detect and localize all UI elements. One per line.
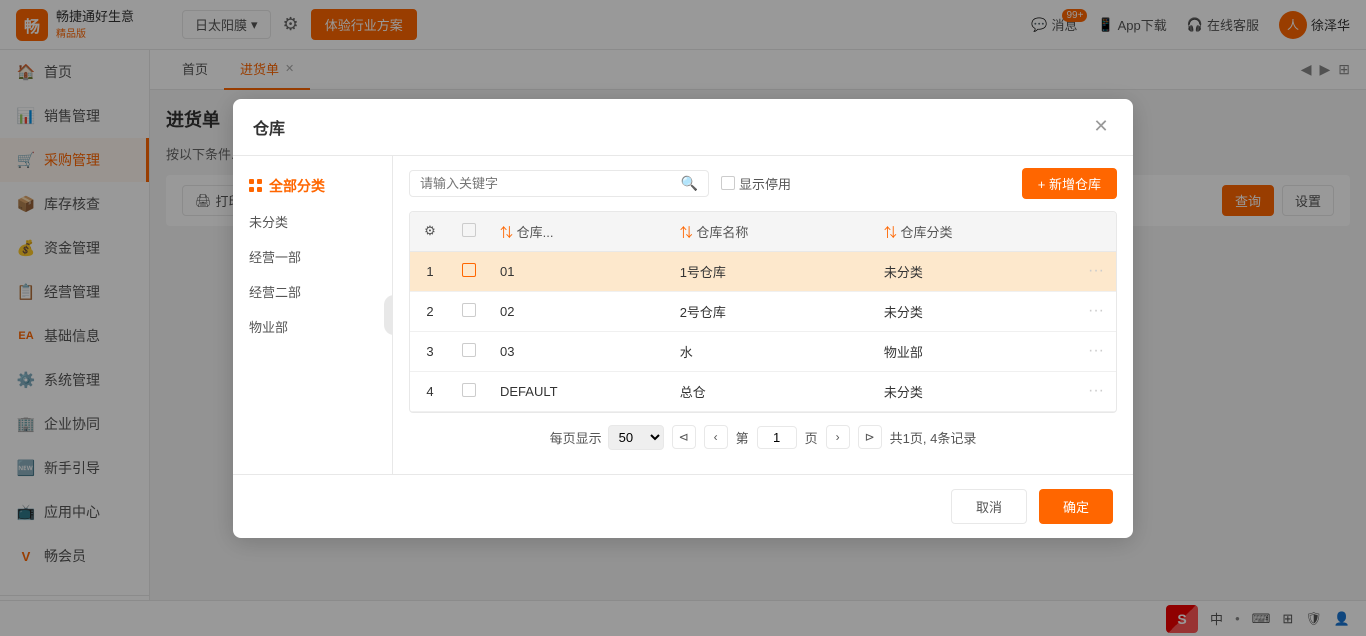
row-action[interactable]: ··· — [1076, 371, 1116, 411]
show-disabled-checkbox[interactable] — [721, 176, 735, 190]
row-checkbox-2[interactable] — [462, 343, 476, 357]
row-more-icon: ··· — [1088, 382, 1104, 399]
category-item-dept1[interactable]: 经营一部 — [233, 239, 392, 274]
row-code: 03 — [488, 331, 668, 371]
dialog-body: 全部分类 未分类 经营一部 经营二部 物业部 《 — [233, 156, 1133, 474]
row-category: 物业部 — [872, 331, 1076, 371]
col-name: ⇅ 仓库名称 — [668, 212, 872, 252]
page-size-selector: 每页显示 50 10 20 100 — [550, 425, 664, 450]
search-box: 🔍 — [409, 170, 709, 197]
dialog-header: 仓库 ✕ — [233, 99, 1133, 156]
col-checkbox — [450, 212, 488, 252]
category-panel: 全部分类 未分类 经营一部 经营二部 物业部 《 — [233, 156, 393, 474]
table-row[interactable]: 4 DEFAULT 总仓 未分类 ··· — [410, 371, 1116, 411]
row-code: 01 — [488, 251, 668, 291]
category-item-unclassified[interactable]: 未分类 — [233, 204, 392, 239]
table-row[interactable]: 3 03 水 物业部 ··· — [410, 331, 1116, 371]
row-category: 未分类 — [872, 371, 1076, 411]
cancel-button[interactable]: 取消 — [951, 489, 1027, 524]
row-category: 未分类 — [872, 291, 1076, 331]
col-code: ⇅ 仓库... — [488, 212, 668, 252]
sort-code-icon: ⇅ — [500, 225, 513, 240]
row-category: 未分类 — [872, 251, 1076, 291]
add-warehouse-button[interactable]: + 新增仓库 — [1022, 168, 1117, 199]
page-next-btn[interactable]: › — [826, 425, 850, 449]
row-code: DEFAULT — [488, 371, 668, 411]
sort-cat-icon: ⇅ — [884, 225, 897, 240]
row-action[interactable]: ··· — [1076, 291, 1116, 331]
search-input[interactable] — [420, 176, 681, 191]
warehouse-table: ⚙ ⇅ 仓库... ⇅ 仓库名称 — [409, 211, 1117, 413]
select-all-checkbox[interactable] — [462, 223, 476, 237]
page-prev-btn[interactable]: ‹ — [704, 425, 728, 449]
row-name: 总仓 — [668, 371, 872, 411]
show-disabled-label[interactable]: 显示停用 — [721, 174, 791, 193]
warehouse-dialog: 仓库 ✕ 全部分类 未分类 经营一部 经营二部 — [233, 99, 1133, 538]
warehouse-toolbar: 🔍 显示停用 + 新增仓库 — [409, 168, 1117, 199]
search-icon[interactable]: 🔍 — [681, 175, 698, 192]
category-all-item[interactable]: 全部分类 — [233, 168, 392, 204]
pagination: 每页显示 50 10 20 100 ⊲ ‹ 第 页 › ⊳ — [409, 413, 1117, 462]
row-action[interactable]: ··· — [1076, 331, 1116, 371]
sort-name-icon: ⇅ — [680, 225, 693, 240]
category-all-label: 全部分类 — [269, 176, 325, 196]
page-last-btn[interactable]: ⊳ — [858, 425, 882, 449]
row-seq: 1 — [410, 251, 450, 291]
page-number-input[interactable] — [757, 426, 797, 449]
row-name: 1号仓库 — [668, 251, 872, 291]
row-more-icon: ··· — [1088, 262, 1104, 279]
row-action[interactable]: ··· — [1076, 251, 1116, 291]
row-seq: 4 — [410, 371, 450, 411]
category-item-dept2[interactable]: 经营二部 — [233, 274, 392, 309]
row-more-icon: ··· — [1088, 342, 1104, 359]
modal-overlay[interactable]: 仓库 ✕ 全部分类 未分类 经营一部 经营二部 — [0, 0, 1366, 636]
row-checkbox-0[interactable] — [462, 263, 476, 277]
row-checkbox-3[interactable] — [462, 383, 476, 397]
warehouse-panel: 🔍 显示停用 + 新增仓库 ⚙ — [393, 156, 1133, 474]
dialog-footer: 取消 确定 — [233, 474, 1133, 538]
col-category: ⇅ 仓库分类 — [872, 212, 1076, 252]
dialog-close-button[interactable]: ✕ — [1089, 115, 1113, 139]
col-gear: ⚙ — [410, 212, 450, 252]
row-name: 2号仓库 — [668, 291, 872, 331]
row-seq: 3 — [410, 331, 450, 371]
row-code: 02 — [488, 291, 668, 331]
grid-icon — [249, 179, 263, 193]
row-name: 水 — [668, 331, 872, 371]
confirm-button[interactable]: 确定 — [1039, 489, 1113, 524]
table-row[interactable]: 1 01 1号仓库 未分类 ··· — [410, 251, 1116, 291]
dialog-title: 仓库 — [253, 115, 285, 139]
page-size-select[interactable]: 50 10 20 100 — [608, 425, 664, 450]
row-more-icon: ··· — [1088, 302, 1104, 319]
row-checkbox-1[interactable] — [462, 303, 476, 317]
page-first-btn[interactable]: ⊲ — [672, 425, 696, 449]
row-seq: 2 — [410, 291, 450, 331]
collapse-panel-btn[interactable]: 《 — [384, 295, 393, 335]
category-item-property[interactable]: 物业部 — [233, 309, 392, 344]
table-row[interactable]: 2 02 2号仓库 未分类 ··· — [410, 291, 1116, 331]
page-info: 共1页, 4条记录 — [890, 428, 977, 447]
